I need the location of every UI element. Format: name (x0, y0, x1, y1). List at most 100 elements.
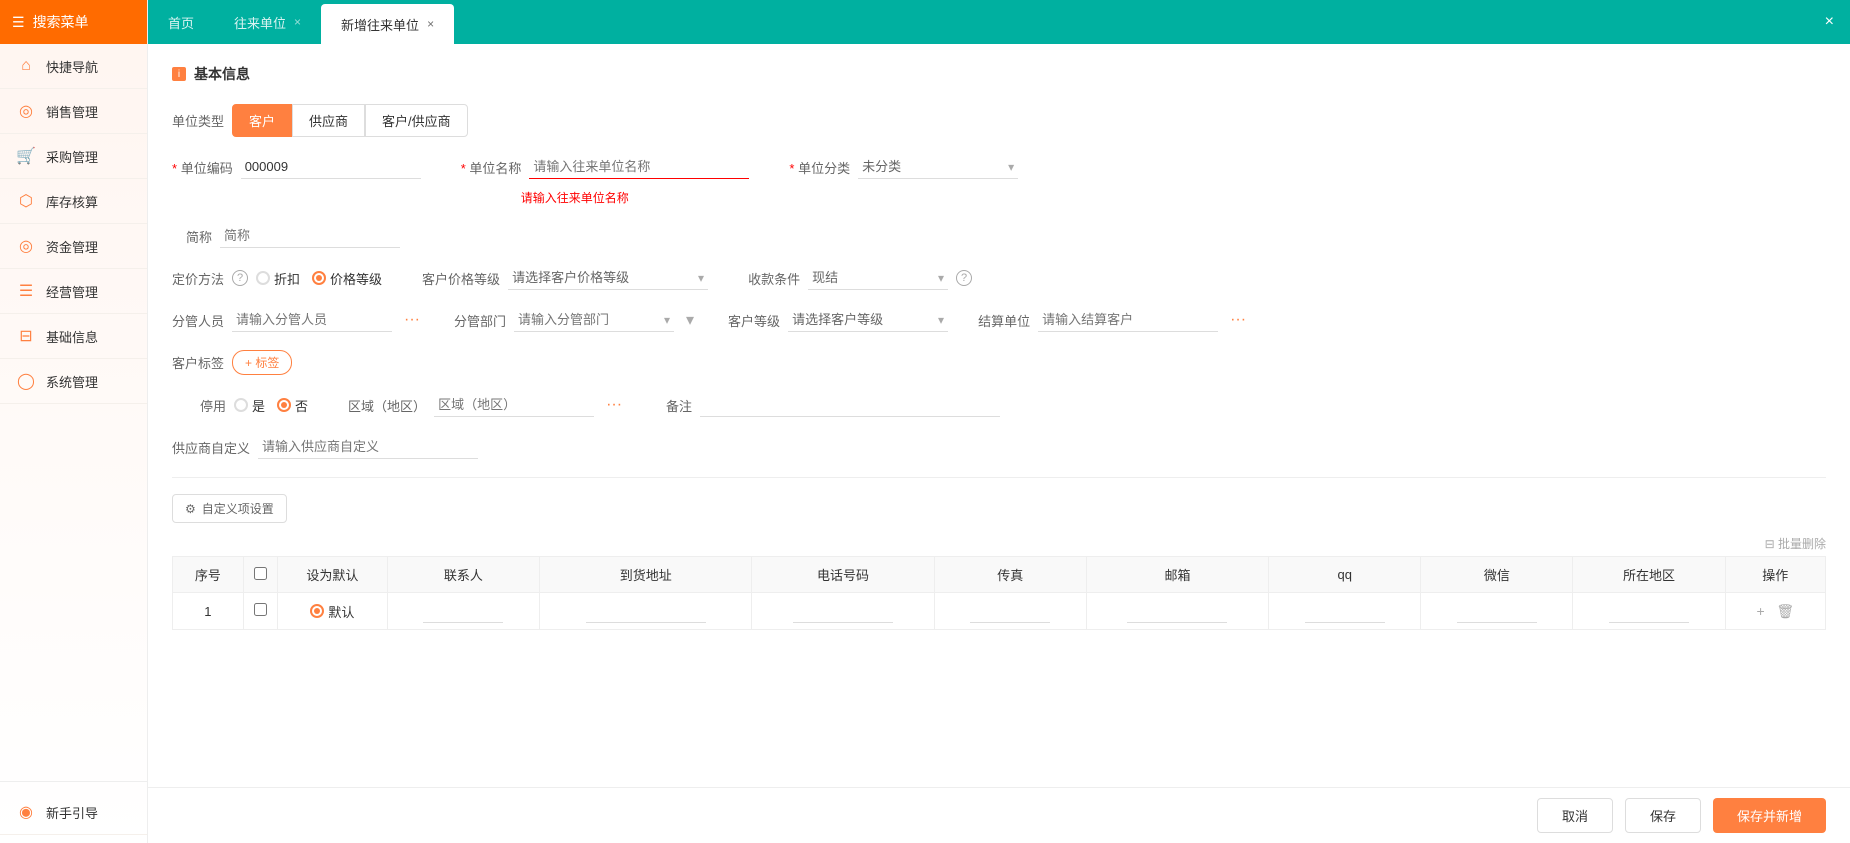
disabled-region-row: 停用 是 否 区域（地区） ··· 备注 (172, 393, 1826, 417)
disabled-label: 停用 (200, 396, 226, 415)
settlement-more-button[interactable]: ··· (1226, 311, 1250, 329)
pricing-label-discount: 折扣 (274, 269, 300, 288)
supplier-custom-input[interactable] (258, 435, 478, 459)
sidebar-label-system: 系统管理 (46, 372, 98, 391)
code-name-category-row: * 单位编码 * 单位名称 请输入往来单位名称 * 单位分类 (172, 155, 1826, 206)
content-area: i 基本信息 单位类型 客户 供应商 客户/供应商 * 单位编码 (148, 44, 1850, 787)
sidebar-label-inventory: 库存核算 (46, 192, 98, 211)
unit-code-input[interactable] (241, 155, 421, 179)
row-contact-input[interactable] (423, 599, 503, 623)
row-default-radio[interactable]: 默认 (288, 602, 377, 621)
remark-label: 备注 (666, 396, 692, 415)
action-bar: 取消 保存 保存并新增 (148, 787, 1850, 843)
sidebar-item-inventory[interactable]: ⬡ 库存核算 (0, 179, 147, 224)
sidebar-label-sales: 销售管理 (46, 102, 98, 121)
row-seq: 1 (173, 593, 244, 630)
pricing-help-icon[interactable]: ? (232, 270, 248, 286)
unit-code-group: * 单位编码 (172, 155, 421, 179)
row-contact (387, 593, 539, 630)
payment-help-icon[interactable]: ? (956, 270, 972, 286)
btn-both[interactable]: 客户/供应商 (365, 104, 468, 137)
row-address (539, 593, 751, 630)
short-name-label: 简称 (186, 227, 212, 246)
pricing-label: 定价方法 (172, 269, 224, 288)
row-delete-button[interactable]: 🗑 (1772, 601, 1798, 621)
col-wechat: 微信 (1421, 557, 1573, 593)
unit-type-label: 单位类型 (172, 111, 224, 130)
cancel-button[interactable]: 取消 (1537, 798, 1613, 833)
sidebar-item-purchase[interactable]: 🛒 采购管理 (0, 134, 147, 179)
manager-input[interactable] (232, 308, 392, 332)
short-name-input[interactable] (220, 224, 400, 248)
sidebar-item-operations[interactable]: ☰ 经营管理 (0, 269, 147, 314)
unit-category-select[interactable]: 未分类 (858, 155, 1018, 179)
payment-select[interactable]: 现结 (808, 266, 948, 290)
row-email-input[interactable] (1127, 599, 1227, 623)
btn-supplier[interactable]: 供应商 (292, 104, 365, 137)
row-phone (752, 593, 934, 630)
customer-price-group: 客户价格等级 请选择客户价格等级 (422, 266, 708, 290)
department-input[interactable] (514, 308, 674, 332)
customer-level-select[interactable]: 请选择客户等级 (788, 308, 948, 332)
col-phone: 电话号码 (752, 557, 934, 593)
tab-home[interactable]: 首页 (148, 0, 214, 44)
tab-partners-close[interactable]: × (294, 15, 301, 29)
sidebar-item-basic-info[interactable]: ⊟ 基础信息 (0, 314, 147, 359)
sidebar-item-finance[interactable]: ◎ 资金管理 (0, 224, 147, 269)
select-all-checkbox[interactable] (254, 567, 267, 580)
unit-category-group: * 单位分类 未分类 (789, 155, 1018, 179)
row-region-input[interactable] (1609, 599, 1689, 623)
disabled-yes[interactable]: 是 (234, 396, 265, 415)
finance-icon: ◎ (16, 236, 36, 256)
row-wechat-input[interactable] (1457, 599, 1537, 623)
inventory-icon: ⬡ (16, 191, 36, 211)
custom-settings-button[interactable]: ⚙ 自定义项设置 (172, 494, 287, 523)
department-more-button[interactable]: ▾ (682, 310, 698, 330)
sidebar-label-finance: 资金管理 (46, 237, 98, 256)
row-add-button[interactable]: + (1753, 601, 1769, 621)
sidebar-item-quick-nav[interactable]: ⌂ 快捷导航 (0, 44, 147, 89)
manager-more-button[interactable]: ··· (400, 311, 424, 329)
disabled-no[interactable]: 否 (277, 396, 308, 415)
unit-code-label: * 单位编码 (172, 158, 233, 177)
gear-icon: ⚙ (185, 502, 196, 516)
manager-group: 分管人员 ··· (172, 308, 424, 332)
row-qq-input[interactable] (1305, 599, 1385, 623)
tab-new-partner[interactable]: 新增往来单位 × (321, 4, 454, 44)
pricing-radio-level[interactable]: 价格等级 (312, 269, 382, 288)
sidebar-item-system[interactable]: ◯ 系统管理 (0, 359, 147, 404)
tab-partners[interactable]: 往来单位 × (214, 0, 321, 44)
row-address-input[interactable] (586, 599, 706, 623)
sidebar-item-guide[interactable]: ◉ 新手引导 (0, 790, 147, 835)
col-checkbox (243, 557, 277, 593)
department-group: 分管部门 ▾ (454, 308, 698, 332)
unit-type-group: 单位类型 客户 供应商 客户/供应商 (172, 104, 468, 137)
disabled-label-yes: 是 (252, 396, 265, 415)
add-tag-button[interactable]: + 标签 (232, 350, 292, 375)
region-more-button[interactable]: ··· (602, 396, 626, 414)
row-checkbox[interactable] (254, 603, 267, 616)
customer-level-group: 客户等级 请选择客户等级 (728, 308, 948, 332)
remark-input[interactable] (700, 393, 1000, 417)
table-row: 1 默认 (173, 593, 1826, 630)
region-input[interactable] (434, 393, 594, 417)
settlement-input[interactable] (1038, 308, 1218, 332)
btn-customer[interactable]: 客户 (232, 104, 292, 137)
row-phone-input[interactable] (793, 599, 893, 623)
sidebar-search[interactable]: ☰ 搜索菜单 (0, 0, 147, 44)
disabled-dot-no (277, 398, 291, 412)
customer-price-select[interactable]: 请选择客户价格等级 (508, 266, 708, 290)
unit-name-input[interactable] (529, 155, 749, 179)
save-button[interactable]: 保存 (1625, 798, 1701, 833)
supplier-custom-label: 供应商自定义 (172, 438, 250, 457)
close-all-button[interactable]: × (1809, 13, 1850, 31)
row-fax-input[interactable] (970, 599, 1050, 623)
batch-delete-button[interactable]: ⊟ 批量删除 (172, 535, 1826, 552)
tab-new-partner-close[interactable]: × (427, 17, 434, 31)
basic-info-icon: ⊟ (16, 326, 36, 346)
sidebar-item-sales[interactable]: ◎ 销售管理 (0, 89, 147, 134)
pricing-radio-discount[interactable]: 折扣 (256, 269, 300, 288)
row-default-dot (310, 604, 324, 618)
save-new-button[interactable]: 保存并新增 (1713, 798, 1826, 833)
sidebar-label-purchase: 采购管理 (46, 147, 98, 166)
